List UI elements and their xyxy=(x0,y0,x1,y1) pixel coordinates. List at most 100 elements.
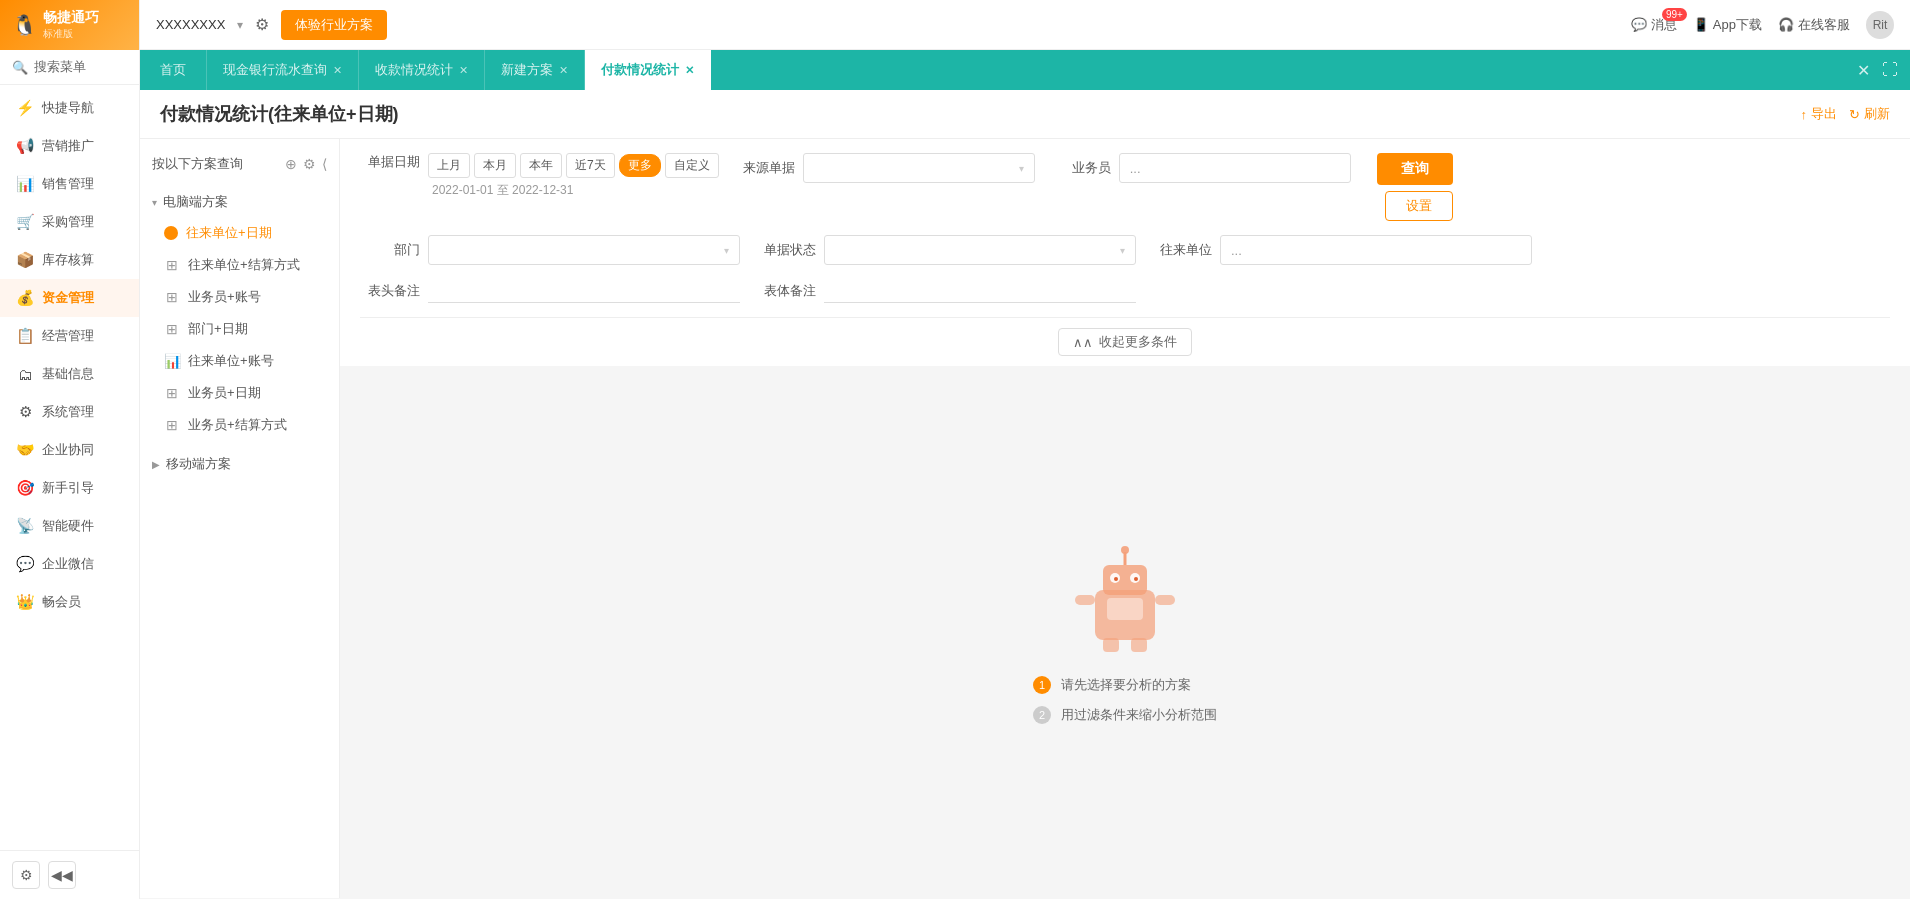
member-icon: 👑 xyxy=(16,593,34,611)
sidebar-item-purchase[interactable]: 🛒 采购管理 xyxy=(0,203,139,241)
company-dropdown-arrow[interactable]: ▾ xyxy=(237,18,243,32)
tip-text-2: 用过滤条件来缩小分析范围 xyxy=(1061,706,1217,724)
source-select[interactable]: ▾ xyxy=(803,153,1035,183)
collapse-scheme-panel-btn[interactable]: ⟨ xyxy=(322,156,327,172)
partner-label: 往来单位 xyxy=(1152,241,1212,259)
sidebar: 🐧 畅捷通巧 标准版 🔍 搜索菜单 ⚡ 快捷导航 📢 营销推广 📊 销售管理 🛒… xyxy=(0,0,140,899)
sidebar-item-enterprise[interactable]: 🤝 企业协同 xyxy=(0,431,139,469)
body-note-input[interactable] xyxy=(824,279,1136,303)
scheme-item-staff-date[interactable]: ⊞ 业务员+日期 xyxy=(140,377,339,409)
trial-btn[interactable]: 体验行业方案 xyxy=(281,10,387,40)
maximize-btn[interactable]: ⛶ xyxy=(1878,57,1902,83)
collapse-sidebar-btn[interactable]: ◀◀ xyxy=(48,861,76,889)
sidebar-item-label: 快捷导航 xyxy=(42,99,94,117)
staff-select[interactable]: ... xyxy=(1119,153,1351,183)
date-btn-this-month[interactable]: 本月 xyxy=(474,153,516,178)
export-btn[interactable]: ↑ 导出 xyxy=(1801,105,1838,123)
empty-tips: 1 请先选择要分析的方案 2 用过滤条件来缩小分析范围 xyxy=(1033,676,1217,724)
sidebar-item-sales[interactable]: 📊 销售管理 xyxy=(0,165,139,203)
topbar-right: 💬 消息 99+ 📱 App下载 🎧 在线客服 Rit xyxy=(1631,11,1894,39)
close-all-btn[interactable]: ✕ xyxy=(1853,57,1874,84)
sidebar-footer: ⚙ ◀◀ xyxy=(0,850,139,899)
sidebar-item-quick-nav[interactable]: ⚡ 快捷导航 xyxy=(0,89,139,127)
message-icon: 💬 xyxy=(1631,17,1647,32)
partner-placeholder: ... xyxy=(1231,243,1242,258)
sidebar-item-basic[interactable]: 🗂 基础信息 xyxy=(0,355,139,393)
empty-illustration xyxy=(1065,540,1185,660)
hardware-icon: 📡 xyxy=(16,517,34,535)
sidebar-item-marketing[interactable]: 📢 营销推广 xyxy=(0,127,139,165)
page-actions: ↑ 导出 ↻ 刷新 xyxy=(1801,105,1891,123)
scheme-item-label: 业务员+账号 xyxy=(188,288,261,306)
search-menu-item[interactable]: 🔍 搜索菜单 xyxy=(0,50,139,85)
tabbar-actions: ✕ ⛶ xyxy=(1853,57,1910,84)
scheme-settings-btn[interactable]: ⚙ xyxy=(303,156,316,172)
svg-point-4 xyxy=(1114,577,1118,581)
date-btn-this-year[interactable]: 本年 xyxy=(520,153,562,178)
user-menu[interactable]: Rit xyxy=(1866,11,1894,39)
sidebar-item-system[interactable]: ⚙ 系统管理 xyxy=(0,393,139,431)
date-filter-group: 单据日期 上月 本月 本年 近7天 更多 自定义 20 xyxy=(360,153,719,199)
sidebar-item-label: 基础信息 xyxy=(42,365,94,383)
settings-gear-icon[interactable]: ⚙ xyxy=(255,15,269,34)
app-download[interactable]: 📱 App下载 xyxy=(1693,16,1762,34)
sidebar-item-weixin[interactable]: 💬 企业微信 xyxy=(0,545,139,583)
headset-icon: 🎧 xyxy=(1778,17,1794,32)
service-label: 在线客服 xyxy=(1798,16,1850,34)
message-badge[interactable]: 💬 消息 99+ xyxy=(1631,16,1677,34)
tip-text-1: 请先选择要分析的方案 xyxy=(1061,676,1191,694)
scheme-item-staff-settle[interactable]: ⊞ 业务员+结算方式 xyxy=(140,409,339,441)
results-area: 1 请先选择要分析的方案 2 用过滤条件来缩小分析范围 xyxy=(340,366,1910,898)
dept-select[interactable]: ▾ xyxy=(428,235,740,265)
date-btn-last-7[interactable]: 近7天 xyxy=(566,153,615,178)
phone-icon: 📱 xyxy=(1693,17,1709,32)
date-range-display: 2022-01-01 至 2022-12-31 xyxy=(432,182,719,199)
staff-label: 业务员 xyxy=(1051,159,1111,177)
scheme-item-partner-account[interactable]: 📊 往来单位+账号 xyxy=(140,345,339,377)
collapse-btn[interactable]: ∧∧ 收起更多条件 xyxy=(1058,328,1192,356)
tab-receive-label: 收款情况统计 xyxy=(375,61,453,79)
date-btn-custom[interactable]: 自定义 xyxy=(665,153,719,178)
sidebar-item-finance[interactable]: 💰 资金管理 xyxy=(0,279,139,317)
tab-home[interactable]: 首页 xyxy=(140,50,207,90)
filter-settings-btn[interactable]: 设置 xyxy=(1385,191,1453,221)
query-btn[interactable]: 查询 xyxy=(1377,153,1453,185)
sidebar-item-member[interactable]: 👑 畅会员 xyxy=(0,583,139,621)
sidebar-item-newbie[interactable]: 🎯 新手引导 xyxy=(0,469,139,507)
tab-receive[interactable]: 收款情况统计 ✕ xyxy=(359,50,485,90)
scheme-item-dept-date[interactable]: ⊞ 部门+日期 xyxy=(140,313,339,345)
sidebar-item-hardware[interactable]: 📡 智能硬件 xyxy=(0,507,139,545)
tab-receive-close[interactable]: ✕ xyxy=(459,64,468,77)
sidebar-item-inventory[interactable]: 📦 库存核算 xyxy=(0,241,139,279)
tab-payment[interactable]: 付款情况统计 ✕ xyxy=(585,50,711,90)
tab-payment-close[interactable]: ✕ xyxy=(685,64,694,77)
tab-bank-close[interactable]: ✕ xyxy=(333,64,342,77)
source-dropdown-arrow: ▾ xyxy=(1019,163,1024,174)
partner-select[interactable]: ... xyxy=(1220,235,1532,265)
scheme-item-label: 业务员+结算方式 xyxy=(188,416,287,434)
scheme-item-partner-settle[interactable]: ⊞ 往来单位+结算方式 xyxy=(140,249,339,281)
add-scheme-btn[interactable]: ⊕ xyxy=(285,156,297,172)
source-label: 来源单据 xyxy=(735,159,795,177)
scheme-section-mobile-header[interactable]: ▶ 移动端方案 xyxy=(140,449,339,479)
message-count: 99+ xyxy=(1662,8,1687,21)
sidebar-item-operation[interactable]: 📋 经营管理 xyxy=(0,317,139,355)
tab-new-scheme-close[interactable]: ✕ xyxy=(559,64,568,77)
filter-row-3: 表头备注 表体备注 xyxy=(360,279,1890,303)
scheme-panel-icons: ⊕ ⚙ ⟨ xyxy=(285,156,327,172)
scheme-section-desktop-header[interactable]: ▾ 电脑端方案 xyxy=(140,187,339,217)
header-note-input[interactable] xyxy=(428,279,740,303)
online-service[interactable]: 🎧 在线客服 xyxy=(1778,16,1850,34)
body-area: 按以下方案查询 ⊕ ⚙ ⟨ ▾ 电脑端方案 往来单位+日期 xyxy=(140,139,1910,898)
scheme-item-partner-date[interactable]: 往来单位+日期 xyxy=(140,217,339,249)
sales-icon: 📊 xyxy=(16,175,34,193)
refresh-btn[interactable]: ↻ 刷新 xyxy=(1849,105,1890,123)
date-btn-more[interactable]: 更多 xyxy=(619,154,661,177)
date-btn-last-month[interactable]: 上月 xyxy=(428,153,470,178)
scheme-item-staff-account[interactable]: ⊞ 业务员+账号 xyxy=(140,281,339,313)
tab-new-scheme[interactable]: 新建方案 ✕ xyxy=(485,50,585,90)
tab-bank[interactable]: 现金银行流水查询 ✕ xyxy=(207,50,359,90)
sidebar-item-label: 营销推广 xyxy=(42,137,94,155)
settings-footer-btn[interactable]: ⚙ xyxy=(12,861,40,889)
doc-status-select[interactable]: ▾ xyxy=(824,235,1136,265)
